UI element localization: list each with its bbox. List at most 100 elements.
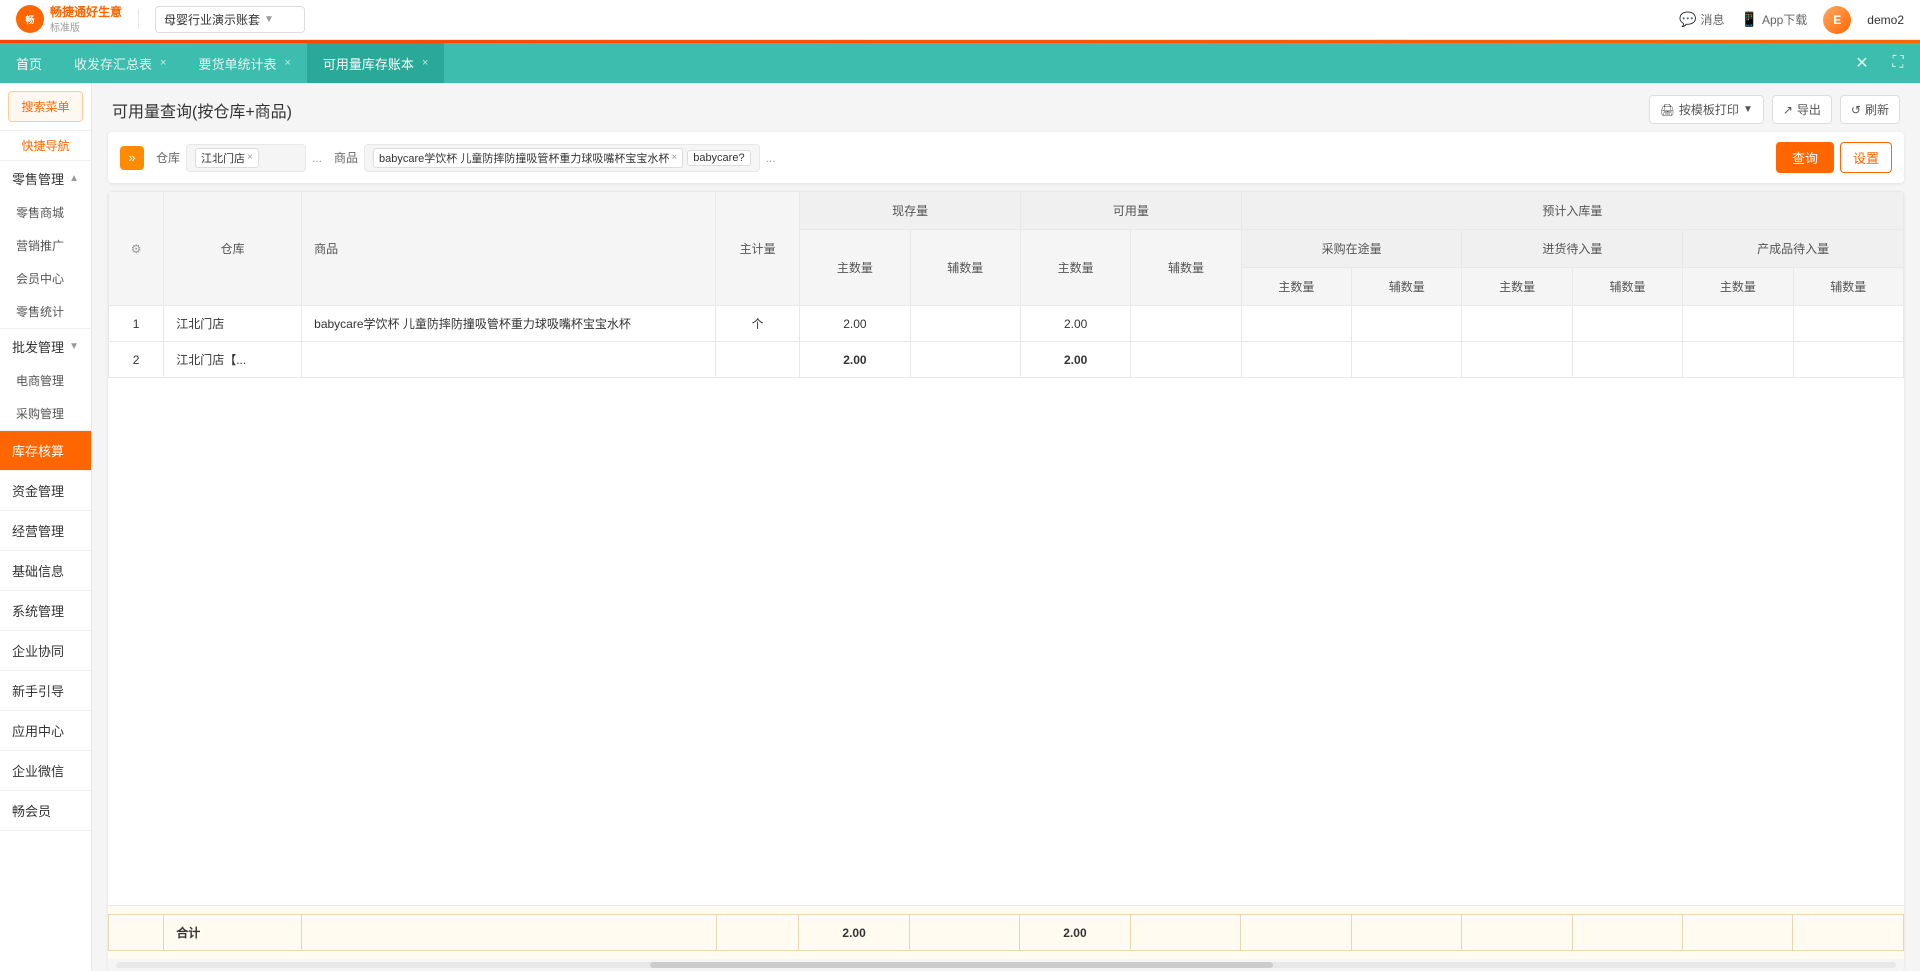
page-header: 可用量查询(按仓库+商品) 🖨 按模板打印 ▼ ↗ 导出 ↺ 刷新 (92, 83, 1920, 132)
row-1-incoming-main (1462, 306, 1572, 342)
warehouse-tag-jiangbei: 江北门店 × (195, 148, 259, 168)
home-tab-label: 首页 (16, 54, 42, 73)
row-1-warehouse: 江北门店 (164, 306, 302, 342)
sidebar-item-retail-shop[interactable]: 零售商城 (0, 196, 91, 229)
tenant-name: 母婴行业演示账套 (164, 11, 260, 28)
message-btn[interactable]: 💬 消息 (1679, 11, 1724, 28)
product-tag-2: babycare? (687, 150, 750, 166)
filter-bar-right: 查询 设置 (1776, 142, 1892, 173)
message-icon: 💬 (1679, 11, 1696, 28)
main-layout: 搜索菜单 快捷导航 零售管理 ▲ 零售商城 营销推广 会员中心 零售统计 批发管… (0, 83, 1920, 971)
tab-maximize-btn[interactable]: ⛶ (1884, 49, 1912, 77)
export-icon: ↗ (1783, 103, 1793, 117)
chevron-down-icon: ▼ (69, 341, 79, 352)
sidebar-item-basics[interactable]: 基础信息 (0, 551, 91, 591)
scrollbar-thumb[interactable] (650, 962, 1273, 968)
chevron-up-icon: ▲ (69, 173, 79, 184)
row-1-available-main: 2.00 (1020, 306, 1130, 342)
table-container: ⚙ 仓库 商品 主计量 现存量 可用量 预计入库量 主数量 辅数量 (108, 191, 1904, 971)
gear-icon[interactable]: ⚙ (131, 242, 142, 256)
refresh-btn[interactable]: ↺ 刷新 (1840, 95, 1900, 124)
sidebar-item-wecom[interactable]: 企业微信 (0, 751, 91, 791)
quick-nav-btn[interactable]: 快捷导航 (0, 131, 91, 161)
table-scroll-wrap[interactable]: ⚙ 仓库 商品 主计量 现存量 可用量 预计入库量 主数量 辅数量 (108, 191, 1904, 905)
row-1-unit: 个 (716, 306, 800, 342)
product-tag-1: babycare学饮杯 儿童防摔防撞吸管杯重力球吸嘴杯宝宝水杯 × (373, 148, 683, 168)
filter-bar: » 仓库 江北门店 × ... 商品 babycare学饮杯 儿童防摔防 (108, 132, 1904, 183)
print-btn[interactable]: 🖨 按模板打印 ▼ (1649, 95, 1764, 124)
logo-text: 畅捷通好生意 (50, 5, 122, 19)
logo-icon: 畅 (16, 5, 44, 33)
summary-current-aux (909, 915, 1019, 951)
avatar: E (1823, 6, 1851, 34)
svg-text:畅: 畅 (25, 14, 34, 25)
sidebar-item-marketing[interactable]: 营销推广 (0, 229, 91, 262)
sidebar-group-retail: 零售管理 ▲ 零售商城 营销推广 会员中心 零售统计 (0, 161, 91, 329)
tab-available-stock[interactable]: 可用量库存账本 × (307, 43, 444, 83)
query-btn[interactable]: 查询 (1776, 142, 1834, 173)
sidebar-item-system[interactable]: 系统管理 (0, 591, 91, 631)
summary-available-main: 2.00 (1020, 915, 1130, 951)
row-2-incoming-aux (1572, 342, 1682, 378)
tenant-select[interactable]: 母婴行业演示账套 ▼ (155, 6, 305, 33)
logo-sub: 标准版 (50, 19, 122, 34)
product-tags-container[interactable]: babycare学饮杯 儿童防摔防撞吸管杯重力球吸嘴杯宝宝水杯 × babyca… (364, 144, 760, 172)
warehouse-tag-close[interactable]: × (247, 152, 253, 163)
tab-order-stats[interactable]: 要货单统计表 × (182, 43, 306, 83)
row-2-incoming-main (1462, 342, 1572, 378)
row-2-production-main (1683, 342, 1793, 378)
sidebar-group-wholesale-label: 批发管理 (12, 337, 64, 356)
sidebar-group-retail-header[interactable]: 零售管理 ▲ (0, 161, 91, 196)
row-1-product: babycare学饮杯 儿童防摔防撞吸管杯重力球吸嘴杯宝宝水杯 (302, 306, 716, 342)
sidebar-item-finance[interactable]: 资金管理 (0, 471, 91, 511)
sidebar-item-member[interactable]: 会员中心 (0, 262, 91, 295)
filter-toggle-btn[interactable]: » (120, 146, 144, 170)
product-tag-1-close[interactable]: × (671, 152, 677, 163)
row-2-purchase-main (1241, 342, 1351, 378)
row-2-purchase-aux (1352, 342, 1462, 378)
tab-nav-right: ✕ ⛶ (1848, 49, 1920, 77)
th-production-main-qty: 主数量 (1683, 268, 1793, 306)
row-2-product (302, 342, 716, 378)
top-bar-left: 畅 畅捷通好生意 标准版 母婴行业演示账套 ▼ (16, 5, 305, 34)
sidebar-item-vip[interactable]: 畅会员 (0, 791, 91, 831)
tab-close-all-btn[interactable]: ✕ (1848, 49, 1876, 77)
top-bar: 畅 畅捷通好生意 标准版 母婴行业演示账套 ▼ 💬 消息 📱 App下载 E d… (0, 0, 1920, 40)
order-stats-tab-label: 要货单统计表 (198, 54, 276, 73)
tab-home[interactable]: 首页 (0, 43, 58, 83)
sidebar-search-area: 搜索菜单 (0, 83, 91, 131)
sidebar-item-purchase[interactable]: 采购管理 (0, 397, 91, 430)
top-bar-right: 💬 消息 📱 App下载 E demo2 (1679, 6, 1904, 34)
th-current-main-qty: 主数量 (800, 230, 910, 306)
th-main-unit: 主计量 (716, 192, 800, 306)
th-product: 商品 (302, 192, 716, 306)
sidebar-item-enterprise[interactable]: 企业协同 (0, 631, 91, 671)
th-warehouse: 仓库 (164, 192, 302, 306)
chevron-down-icon: ▼ (1743, 104, 1753, 115)
tab-close-available-stock[interactable]: × (422, 57, 428, 69)
th-incoming-aux-qty: 辅数量 (1572, 268, 1682, 306)
tab-receive-summary[interactable]: 收发存汇总表 × (58, 43, 182, 83)
warehouse-tags-container[interactable]: 江北门店 × (186, 144, 306, 172)
row-2-available-aux (1131, 342, 1241, 378)
app-download-btn[interactable]: 📱 App下载 (1741, 11, 1808, 28)
sidebar: 搜索菜单 快捷导航 零售管理 ▲ 零售商城 营销推广 会员中心 零售统计 批发管… (0, 83, 92, 971)
search-menu-btn[interactable]: 搜索菜单 (8, 91, 83, 122)
scrollbar-track (116, 962, 1896, 968)
export-btn[interactable]: ↗ 导出 (1772, 95, 1832, 124)
sidebar-item-ecom[interactable]: 电商管理 (0, 364, 91, 397)
summary-table: 合计 2.00 2.00 (108, 914, 1904, 951)
sidebar-group-wholesale-header[interactable]: 批发管理 ▼ (0, 329, 91, 364)
sidebar-item-inventory[interactable]: 库存核算 (0, 431, 91, 471)
row-2-no: 2 (109, 342, 164, 378)
th-current-stock: 现存量 (800, 192, 1021, 230)
tab-close-receive-summary[interactable]: × (160, 57, 166, 69)
sidebar-item-retail-stats[interactable]: 零售统计 (0, 295, 91, 328)
chevron-down-icon: ▼ (264, 14, 274, 25)
sidebar-item-appcenter[interactable]: 应用中心 (0, 711, 91, 751)
sidebar-item-operations[interactable]: 经营管理 (0, 511, 91, 551)
horizontal-scrollbar[interactable] (108, 959, 1904, 971)
settings-btn[interactable]: 设置 (1840, 142, 1892, 173)
tab-close-order-stats[interactable]: × (284, 57, 290, 69)
sidebar-item-newbie[interactable]: 新手引导 (0, 671, 91, 711)
